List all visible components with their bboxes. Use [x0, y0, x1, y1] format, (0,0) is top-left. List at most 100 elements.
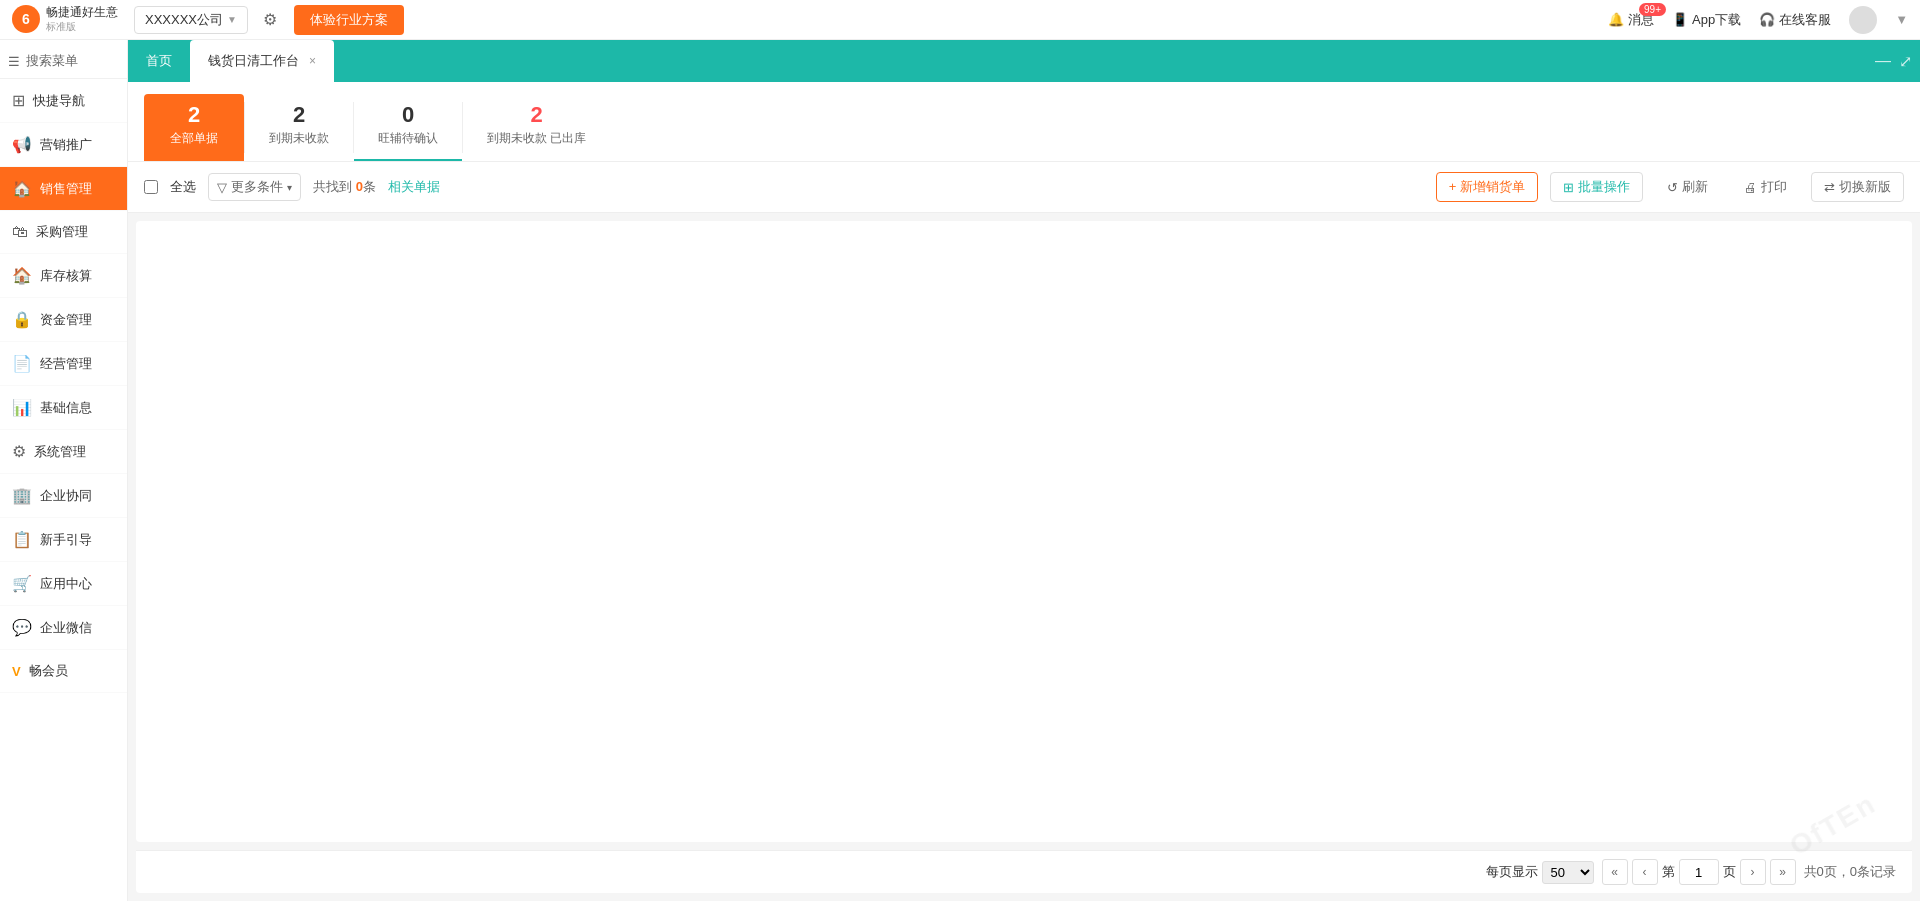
- sidebar-item-purchase[interactable]: 🛍 采购管理: [0, 211, 127, 254]
- tab-active[interactable]: 钱货日清工作台 ×: [190, 40, 334, 82]
- first-page-button[interactable]: «: [1602, 859, 1628, 885]
- cart-icon: 🛒: [12, 574, 32, 593]
- app-download-area[interactable]: 📱 App下载: [1672, 11, 1741, 29]
- trial-button[interactable]: 体验行业方案: [294, 5, 404, 35]
- sidebar-search[interactable]: ☰ 搜索菜单: [0, 40, 127, 79]
- sidebar-item-operations[interactable]: 📄 经营管理: [0, 342, 127, 386]
- online-service-area[interactable]: 🎧 在线客服: [1759, 11, 1831, 29]
- building-icon: 🏢: [12, 486, 32, 505]
- tab-close-icon[interactable]: ×: [309, 54, 316, 68]
- search-icon: ☰: [8, 54, 20, 69]
- message-icon-area[interactable]: 🔔 消息 99+: [1608, 11, 1654, 29]
- page-suffix: 页: [1723, 863, 1736, 881]
- sidebar-item-quick-nav[interactable]: ⊞ 快捷导航: [0, 79, 127, 123]
- filter-label: 更多条件: [231, 178, 283, 196]
- next-page-button[interactable]: ›: [1740, 859, 1766, 885]
- stat-overdue-label: 到期未收款: [269, 130, 329, 147]
- clipboard-icon: 📋: [12, 530, 32, 549]
- new-order-label: + 新增销货单: [1449, 178, 1525, 196]
- maximize-icon[interactable]: ⤢: [1899, 52, 1912, 71]
- sidebar-item-label: 资金管理: [40, 311, 92, 329]
- sidebar-item-wechat[interactable]: 💬 企业微信: [0, 606, 127, 650]
- batch-icon: ⊞: [1563, 180, 1574, 195]
- doc-icon: 📄: [12, 354, 32, 373]
- page-size-area: 每页显示 50 20 100: [1486, 861, 1594, 884]
- sidebar: ☰ 搜索菜单 ⊞ 快捷导航 📢 营销推广 🏠 销售管理 🛍 采购管理 🏠 库存核…: [0, 40, 128, 901]
- nav-tabs: 首页 钱货日清工作台 × — ⤢: [128, 40, 1920, 82]
- gear-icon: ⚙: [12, 442, 26, 461]
- page-total: 共0页，0条记录: [1804, 863, 1896, 881]
- sidebar-item-guide[interactable]: 📋 新手引导: [0, 518, 127, 562]
- switch-version-label: 切换新版: [1839, 178, 1891, 196]
- online-service-label: 在线客服: [1779, 11, 1831, 29]
- stat-shipped-label: 到期未收款 已出库: [487, 130, 586, 147]
- switch-icon: ⇄: [1824, 180, 1835, 195]
- batch-op-label: 批量操作: [1578, 178, 1630, 196]
- bell-icon: 🔔: [1608, 12, 1624, 27]
- stat-tab-overdue[interactable]: 2 到期未收款: [245, 94, 353, 161]
- settings-icon[interactable]: ⚙: [256, 6, 284, 34]
- table-area: [136, 221, 1912, 842]
- per-page-select[interactable]: 50 20 100: [1542, 861, 1594, 884]
- stat-all-label: 全部单据: [168, 130, 220, 147]
- headset-icon: 🎧: [1759, 12, 1775, 27]
- per-page-label: 每页显示: [1486, 863, 1538, 881]
- new-order-button[interactable]: + 新增销货单: [1436, 172, 1538, 202]
- print-button[interactable]: 🖨 打印: [1732, 173, 1799, 201]
- related-orders-link[interactable]: 相关单据: [388, 178, 440, 196]
- stat-tab-all[interactable]: 2 全部单据: [144, 94, 244, 161]
- stats-bar: 2 全部单据 2 到期未收款 0 旺辅待确认 2 到期未收款 已出库: [128, 82, 1920, 162]
- company-selector[interactable]: XXXXXX公司 ▼: [134, 6, 248, 34]
- sidebar-item-member[interactable]: V 畅会员: [0, 650, 127, 693]
- sidebar-item-basic[interactable]: 📊 基础信息: [0, 386, 127, 430]
- last-page-button[interactable]: »: [1770, 859, 1796, 885]
- sidebar-item-label: 销售管理: [40, 180, 92, 198]
- tab-home[interactable]: 首页: [128, 40, 190, 82]
- sidebar-item-label: 新手引导: [40, 531, 92, 549]
- sidebar-item-sales[interactable]: 🏠 销售管理: [0, 167, 127, 211]
- found-count: 0: [356, 179, 363, 194]
- stat-tab-wangdian[interactable]: 0 旺辅待确认: [354, 94, 462, 161]
- chevron-down-icon: ▼: [227, 14, 237, 25]
- sidebar-item-system[interactable]: ⚙ 系统管理: [0, 430, 127, 474]
- found-text: 共找到 0条: [313, 178, 376, 196]
- sidebar-item-label: 企业协同: [40, 487, 92, 505]
- stat-all-num: 2: [168, 102, 220, 128]
- sidebar-item-appstore[interactable]: 🛒 应用中心: [0, 562, 127, 606]
- logo-area: 6 畅捷通好生意 标准版: [12, 5, 118, 33]
- page-number-input[interactable]: [1679, 859, 1719, 885]
- sidebar-item-marketing[interactable]: 📢 营销推广: [0, 123, 127, 167]
- grid-icon: ⊞: [12, 91, 25, 110]
- tab-home-label: 首页: [146, 52, 172, 70]
- topbar-right: 🔔 消息 99+ 📱 App下载 🎧 在线客服 ▼: [1608, 6, 1908, 34]
- prev-page-button[interactable]: ‹: [1632, 859, 1658, 885]
- content-area: 首页 钱货日清工作台 × — ⤢ 2 全部单据 2 到期未收款: [128, 40, 1920, 901]
- switch-version-button[interactable]: ⇄ 切换新版: [1811, 172, 1904, 202]
- sidebar-item-label: 系统管理: [34, 443, 86, 461]
- table-icon: 📊: [12, 398, 32, 417]
- vip-icon: V: [12, 664, 21, 679]
- filter-icon: ▽: [217, 180, 227, 195]
- print-label: 打印: [1761, 178, 1787, 196]
- user-name-area[interactable]: ▼: [1895, 12, 1908, 27]
- filter-button[interactable]: ▽ 更多条件 ▾: [208, 173, 301, 201]
- message-badge: 99+: [1639, 3, 1666, 16]
- minimize-icon[interactable]: —: [1875, 52, 1891, 70]
- topbar: 6 畅捷通好生意 标准版 XXXXXX公司 ▼ ⚙ 体验行业方案 🔔 消息 99…: [0, 0, 1920, 40]
- sidebar-item-label: 企业微信: [40, 619, 92, 637]
- sidebar-item-label: 快捷导航: [33, 92, 85, 110]
- stat-tab-overdue-shipped[interactable]: 2 到期未收款 已出库: [463, 94, 610, 161]
- megaphone-icon: 📢: [12, 135, 32, 154]
- sidebar-item-cooperation[interactable]: 🏢 企业协同: [0, 474, 127, 518]
- batch-op-button[interactable]: ⊞ 批量操作: [1550, 172, 1643, 202]
- sidebar-item-inventory[interactable]: 🏠 库存核算: [0, 254, 127, 298]
- select-all-checkbox[interactable]: [144, 180, 158, 194]
- avatar[interactable]: [1849, 6, 1877, 34]
- tab-active-label: 钱货日清工作台: [208, 52, 299, 70]
- refresh-button[interactable]: ↺ 刷新: [1655, 173, 1720, 201]
- sidebar-item-finance[interactable]: 🔒 资金管理: [0, 298, 127, 342]
- search-label: 搜索菜单: [26, 52, 78, 70]
- main-layout: ☰ 搜索菜单 ⊞ 快捷导航 📢 营销推广 🏠 销售管理 🛍 采购管理 🏠 库存核…: [0, 40, 1920, 901]
- refresh-icon: ↺: [1667, 180, 1678, 195]
- refresh-label: 刷新: [1682, 178, 1708, 196]
